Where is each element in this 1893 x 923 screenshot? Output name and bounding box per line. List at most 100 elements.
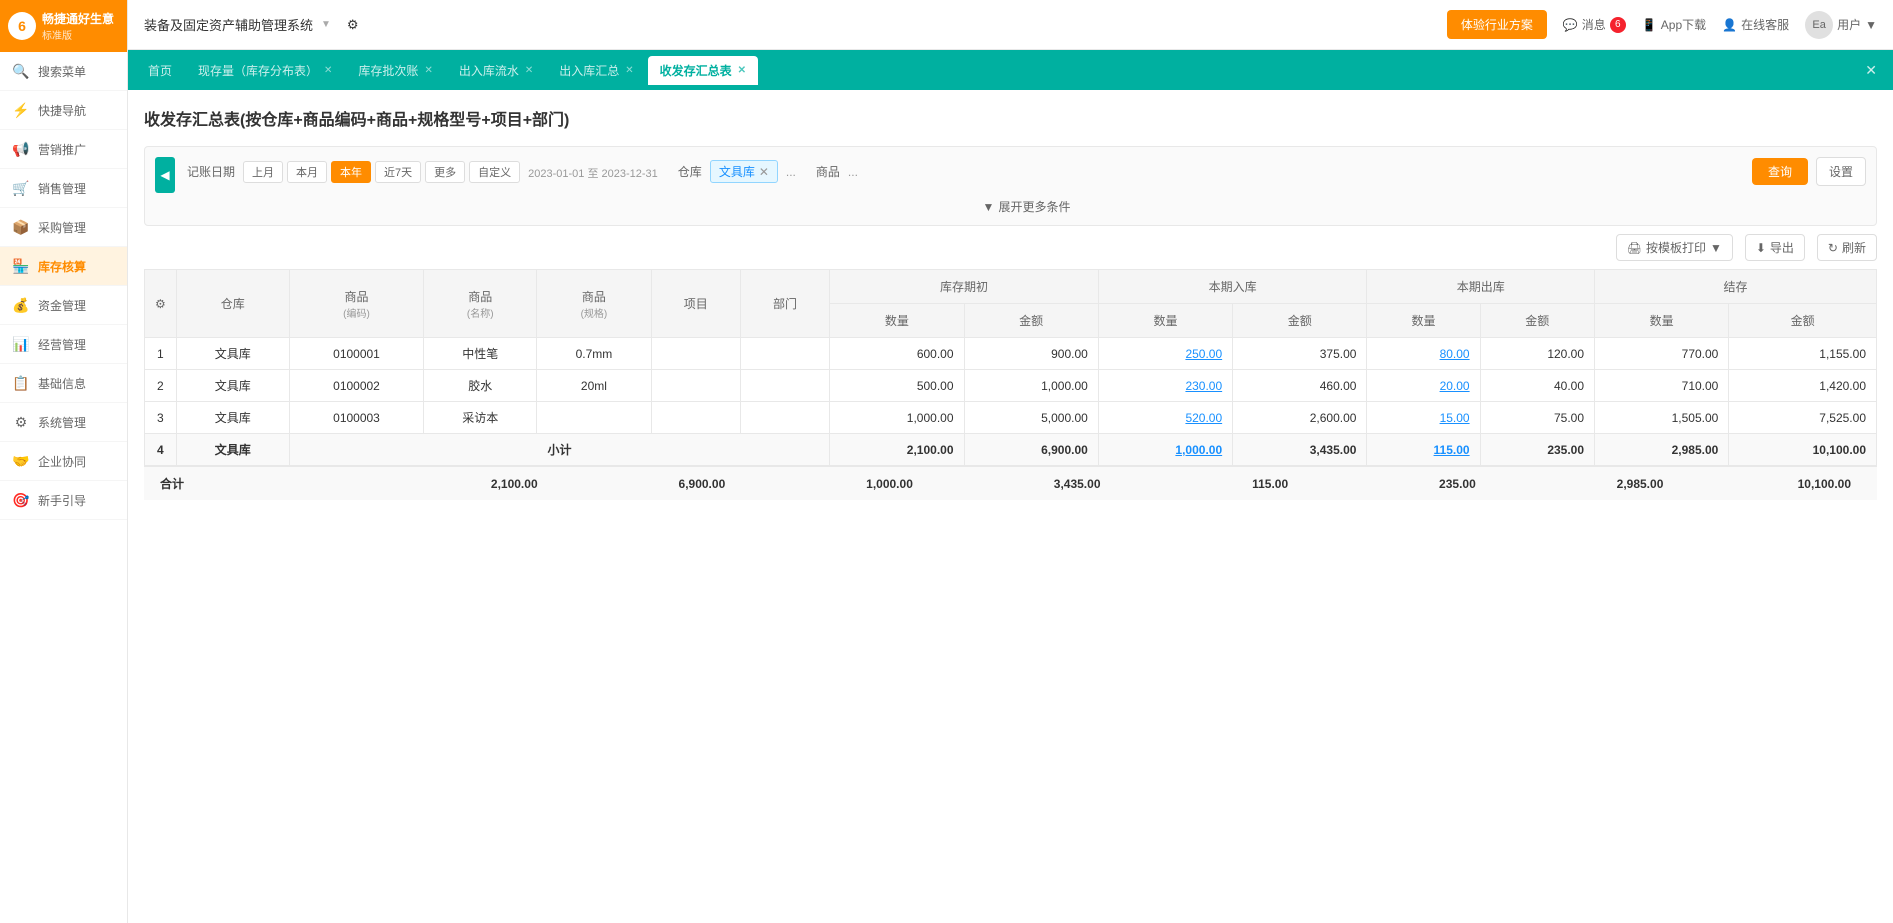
sidebar-item-purchase[interactable]: 📦 采购管理: [0, 208, 127, 247]
row-in-amt: 2,600.00: [1233, 402, 1367, 434]
query-btn[interactable]: 查询: [1752, 158, 1808, 185]
tab-close-inout-flow[interactable]: ✕: [525, 65, 533, 76]
subtotal-closing-amt: 10,100.00: [1729, 434, 1877, 466]
row-in-qty[interactable]: 250.00: [1098, 338, 1232, 370]
row-product-code: 0100001: [289, 338, 423, 370]
row-out-qty[interactable]: 15.00: [1367, 402, 1480, 434]
row-closing-amt: 1,155.00: [1729, 338, 1877, 370]
row-warehouse: 文具库: [176, 338, 289, 370]
app-download-action[interactable]: 📱 App下载: [1642, 16, 1706, 33]
date-range-display: 2023-01-01 至 2023-12-31: [528, 165, 658, 181]
filter-toggle-btn[interactable]: ◀: [155, 157, 175, 193]
experience-btn[interactable]: 体验行业方案: [1447, 10, 1547, 39]
export-btn[interactable]: ⬇ 导出: [1745, 234, 1805, 261]
col-group-out: 本期出库: [1367, 270, 1595, 304]
tab-home[interactable]: 首页: [136, 56, 184, 85]
col-warehouse-header: 仓库: [176, 270, 289, 338]
tab-batch-ledger[interactable]: 库存批次账✕: [346, 56, 444, 85]
warehouse-tag[interactable]: 文具库 ✕: [710, 160, 778, 183]
topbar-settings-icon[interactable]: ⚙: [347, 17, 359, 33]
tab-recv-send-summary[interactable]: 收发存汇总表✕: [648, 56, 758, 85]
user-action[interactable]: Ea 用户 ▼: [1805, 11, 1877, 39]
row-out-qty[interactable]: 80.00: [1367, 338, 1480, 370]
product-filter-label: 商品: [816, 163, 840, 180]
date-btn-custom[interactable]: 自定义: [469, 161, 520, 183]
col-department-header: 部门: [740, 270, 829, 338]
row-in-qty[interactable]: 520.00: [1098, 402, 1232, 434]
expand-more-btn[interactable]: ▼ 展开更多条件: [187, 198, 1866, 215]
date-btn-this-year[interactable]: 本年: [331, 161, 371, 183]
export-icon: ⬇: [1756, 241, 1766, 255]
sidebar-item-quick-nav[interactable]: ⚡ 快捷导航: [0, 91, 127, 130]
row-product-spec: 0.7mm: [537, 338, 651, 370]
col-settings-header[interactable]: ⚙: [145, 270, 177, 338]
sidebar-item-collab[interactable]: 🤝 企业协同: [0, 442, 127, 481]
date-btn-last-month[interactable]: 上月: [243, 161, 283, 183]
sidebar-icon-sales: 🛒: [12, 179, 30, 197]
subtotal-in-amt: 3,435.00: [1233, 434, 1367, 466]
sidebar-label-search: 搜索菜单: [38, 63, 86, 80]
sidebar-item-search[interactable]: 🔍 搜索菜单: [0, 52, 127, 91]
row-project: [651, 370, 740, 402]
date-btn-7days[interactable]: 近7天: [375, 161, 421, 183]
row-warehouse: 文具库: [176, 402, 289, 434]
subtotal-out-qty: 115.00: [1367, 434, 1480, 466]
page-title: 收发存汇总表(按仓库+商品编码+商品+规格型号+项目+部门): [144, 106, 1877, 130]
sidebar-item-marketing[interactable]: 📢 营销推广: [0, 130, 127, 169]
sidebar-icon-finance: 💰: [12, 296, 30, 314]
row-out-amt: 120.00: [1480, 338, 1594, 370]
sidebar-item-system[interactable]: ⚙ 系统管理: [0, 403, 127, 442]
date-filter-group: 记账日期 上月 本月 本年 近7天 更多 自定义 2023-01-01 至 20…: [187, 161, 658, 183]
subtotal-closing-qty: 2,985.00: [1595, 434, 1729, 466]
col-product-spec-header: 商品(规格): [537, 270, 651, 338]
row-out-qty[interactable]: 20.00: [1367, 370, 1480, 402]
sidebar-label-system: 系统管理: [38, 414, 86, 431]
tab-close-inout-summary[interactable]: ✕: [625, 65, 633, 76]
row-opening-amt: 1,000.00: [964, 370, 1098, 402]
sidebar-label-finance: 资金管理: [38, 297, 86, 314]
sidebar-icon-newbie: 🎯: [12, 491, 30, 509]
col-closing-qty: 数量: [1595, 304, 1729, 338]
warehouse-more-btn[interactable]: ...: [786, 165, 796, 179]
col-group-closing: 结存: [1595, 270, 1877, 304]
sidebar-item-operations[interactable]: 📊 经营管理: [0, 325, 127, 364]
sidebar-item-newbie[interactable]: 🎯 新手引导: [0, 481, 127, 520]
row-product-code: 0100003: [289, 402, 423, 434]
messages-action[interactable]: 💬 消息 6: [1563, 16, 1626, 33]
sidebar-item-inventory[interactable]: 🏪 库存核算: [0, 247, 127, 286]
setting-btn[interactable]: 设置: [1816, 157, 1866, 186]
total-values: 2,100.00 6,900.00 1,000.00 3,435.00 115.…: [360, 477, 1861, 491]
product-filter-group: 商品 ...: [816, 163, 858, 180]
tab-inout-summary[interactable]: 出入库汇总✕: [547, 56, 645, 85]
tab-close-stock-dist[interactable]: ✕: [324, 65, 332, 76]
tab-close-batch-ledger[interactable]: ✕: [424, 65, 432, 76]
bottom-total-bar: 合计 2,100.00 6,900.00 1,000.00 3,435.00 1…: [144, 466, 1877, 500]
refresh-btn[interactable]: ↻ 刷新: [1817, 234, 1877, 261]
row-in-amt: 460.00: [1233, 370, 1367, 402]
total-in-qty: 1,000.00: [735, 477, 923, 491]
col-product-name-header: 商品(名称): [424, 270, 537, 338]
row-out-amt: 75.00: [1480, 402, 1594, 434]
date-btn-more[interactable]: 更多: [425, 161, 465, 183]
tab-label-stock-dist: 现存量（库存分布表）: [198, 62, 318, 79]
tab-close-recv-send-summary[interactable]: ✕: [738, 65, 746, 76]
online-service-action[interactable]: 👤 在线客服: [1722, 16, 1789, 33]
sidebar-item-basic-info[interactable]: 📋 基础信息: [0, 364, 127, 403]
sidebar-item-sales[interactable]: 🛒 销售管理: [0, 169, 127, 208]
sidebar-icon-search: 🔍: [12, 62, 30, 80]
collapse-arrow-icon[interactable]: ◀: [155, 157, 175, 193]
close-all-tabs-btn[interactable]: ✕: [1857, 58, 1885, 83]
row-in-qty[interactable]: 230.00: [1098, 370, 1232, 402]
sidebar-item-finance[interactable]: 💰 资金管理: [0, 286, 127, 325]
date-btn-this-month[interactable]: 本月: [287, 161, 327, 183]
print-btn[interactable]: 🖨 按模板打印 ▼: [1616, 234, 1733, 261]
user-dropdown-icon: ▼: [1865, 18, 1877, 32]
warehouse-tag-close-icon[interactable]: ✕: [759, 165, 769, 179]
sidebar-icon-basic-info: 📋: [12, 374, 30, 392]
tab-label-inout-flow: 出入库流水: [459, 62, 519, 79]
product-more-btn[interactable]: ...: [848, 165, 858, 179]
table-row: 2 文具库 0100002 胶水 20ml 500.00 1,000.00 23…: [145, 370, 1877, 402]
filter-line-1: 记账日期 上月 本月 本年 近7天 更多 自定义 2023-01-01 至 20…: [187, 157, 1866, 186]
tab-stock-dist[interactable]: 现存量（库存分布表） ✕: [186, 56, 344, 85]
tab-inout-flow[interactable]: 出入库流水 ✕: [447, 56, 545, 85]
